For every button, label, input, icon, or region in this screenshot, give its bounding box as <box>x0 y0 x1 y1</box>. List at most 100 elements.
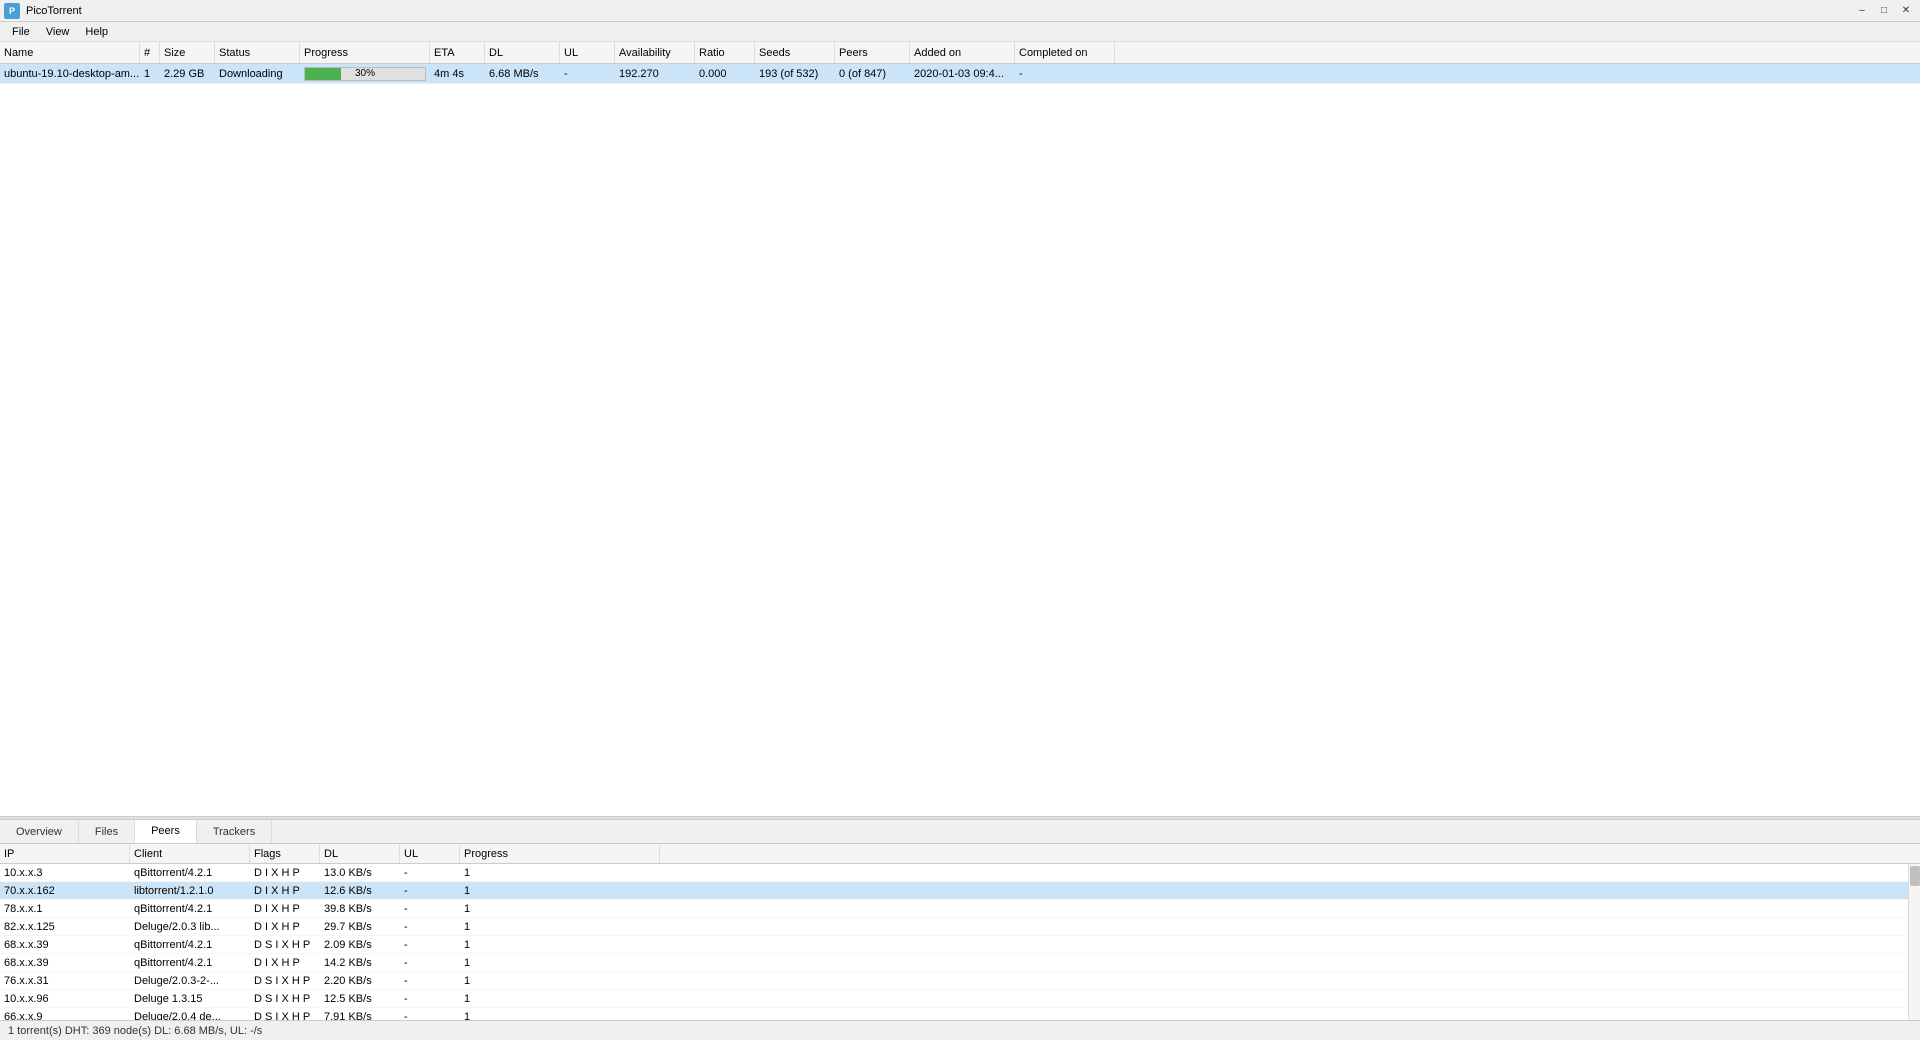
window-controls: – □ ✕ <box>1852 3 1916 19</box>
peers-cell: - <box>400 1008 460 1020</box>
col-header-size[interactable]: Size <box>160 42 215 63</box>
peers-list-item[interactable]: 68.x.x.39qBittorrent/4.2.1D S I X H P2.0… <box>0 936 1908 954</box>
peers-cell: 2.09 KB/s <box>320 936 400 953</box>
peers-list-item[interactable]: 10.x.x.96Deluge 1.3.15D S I X H P12.5 KB… <box>0 990 1908 1008</box>
peers-scrollbar[interactable] <box>1908 864 1920 1020</box>
peers-cell: 1 <box>460 864 660 881</box>
col-header-name[interactable]: Name <box>0 42 140 63</box>
app-icon: P <box>4 3 20 19</box>
peers-list-item[interactable]: 76.x.x.31Deluge/2.0.3-2-...D S I X H P2.… <box>0 972 1908 990</box>
torrent-seeds: 193 (of 532) <box>755 64 835 83</box>
peers-cell: 1 <box>460 972 660 989</box>
peers-cell: Deluge/2.0.3-2-... <box>130 972 250 989</box>
peers-cell: - <box>400 990 460 1007</box>
peers-cell: D S I X H P <box>250 990 320 1007</box>
peers-table-body: 10.x.x.3qBittorrent/4.2.1D I X H P13.0 K… <box>0 864 1908 1020</box>
peers-cell: - <box>400 882 460 899</box>
torrent-completed-on: - <box>1015 64 1115 83</box>
col-header-peers[interactable]: Peers <box>835 42 910 63</box>
col-header-seeds[interactable]: Seeds <box>755 42 835 63</box>
peers-cell: qBittorrent/4.2.1 <box>130 936 250 953</box>
peers-cell: - <box>400 918 460 935</box>
col-header-ratio[interactable]: Ratio <box>695 42 755 63</box>
peers-list-item[interactable]: 66.x.x.9Deluge/2.0.4 de...D S I X H P7.9… <box>0 1008 1908 1020</box>
tab-files[interactable]: Files <box>79 820 135 843</box>
peers-table-header: IP Client Flags DL UL Progress <box>0 844 1920 864</box>
tab-overview[interactable]: Overview <box>0 820 79 843</box>
col-header-hash[interactable]: # <box>140 42 160 63</box>
col-header-completed[interactable]: Completed on <box>1015 42 1115 63</box>
col-header-dl[interactable]: DL <box>485 42 560 63</box>
peers-list-item[interactable]: 10.x.x.3qBittorrent/4.2.1D I X H P13.0 K… <box>0 864 1908 882</box>
peers-list-item[interactable]: 82.x.x.125Deluge/2.0.3 lib...D I X H P29… <box>0 918 1908 936</box>
peers-cell: qBittorrent/4.2.1 <box>130 900 250 917</box>
torrent-added-on: 2020-01-03 09:4... <box>910 64 1015 83</box>
col-header-progress[interactable]: Progress <box>300 42 430 63</box>
torrent-table-body: ubuntu-19.10-desktop-am... 1 2.29 GB Dow… <box>0 64 1920 816</box>
detail-panel: Overview Files Peers Trackers IP Client … <box>0 820 1920 1020</box>
peers-cell: 10.x.x.3 <box>0 864 130 881</box>
maximize-button[interactable]: □ <box>1874 3 1894 19</box>
peers-cell: 13.0 KB/s <box>320 864 400 881</box>
peers-cell: 12.6 KB/s <box>320 882 400 899</box>
col-header-added[interactable]: Added on <box>910 42 1015 63</box>
menu-help[interactable]: Help <box>77 24 116 40</box>
peers-cell: 39.8 KB/s <box>320 900 400 917</box>
peers-col-ul[interactable]: UL <box>400 844 460 863</box>
title-bar-left: P PicoTorrent <box>4 3 82 19</box>
peers-cell: 14.2 KB/s <box>320 954 400 971</box>
tab-peers[interactable]: Peers <box>135 820 197 843</box>
peers-cell: 70.x.x.162 <box>0 882 130 899</box>
torrent-status: Downloading <box>215 64 300 83</box>
peers-cell: qBittorrent/4.2.1 <box>130 954 250 971</box>
scrollbar-thumb[interactable] <box>1910 866 1920 886</box>
menu-bar: File View Help <box>0 22 1920 42</box>
peers-cell: qBittorrent/4.2.1 <box>130 864 250 881</box>
peers-cell: D S I X H P <box>250 1008 320 1020</box>
title-bar: P PicoTorrent – □ ✕ <box>0 0 1920 22</box>
peers-list-item[interactable]: 68.x.x.39qBittorrent/4.2.1D I X H P14.2 … <box>0 954 1908 972</box>
peers-cell: D I X H P <box>250 954 320 971</box>
peers-table-container: IP Client Flags DL UL Progress 10.x.x.3q… <box>0 844 1920 1020</box>
peers-cell: 1 <box>460 918 660 935</box>
torrent-ul: - <box>560 64 615 83</box>
torrent-table-header: Name # Size Status Progress ETA DL UL Av… <box>0 42 1920 64</box>
peers-cell: D I X H P <box>250 864 320 881</box>
peers-col-ip[interactable]: IP <box>0 844 130 863</box>
peers-list-item[interactable]: 70.x.x.162libtorrent/1.2.1.0D I X H P12.… <box>0 882 1908 900</box>
table-row[interactable]: ubuntu-19.10-desktop-am... 1 2.29 GB Dow… <box>0 64 1920 84</box>
tab-trackers[interactable]: Trackers <box>197 820 272 843</box>
peers-col-client[interactable]: Client <box>130 844 250 863</box>
peers-cell: 2.20 KB/s <box>320 972 400 989</box>
col-header-eta[interactable]: ETA <box>430 42 485 63</box>
peers-cell: 1 <box>460 882 660 899</box>
menu-file[interactable]: File <box>4 24 38 40</box>
peers-cell: 10.x.x.96 <box>0 990 130 1007</box>
minimize-button[interactable]: – <box>1852 3 1872 19</box>
peers-list-item[interactable]: 78.x.x.1qBittorrent/4.2.1D I X H P39.8 K… <box>0 900 1908 918</box>
peers-cell: D I X H P <box>250 882 320 899</box>
peers-cell: 1 <box>460 936 660 953</box>
peers-cell: D S I X H P <box>250 936 320 953</box>
col-header-status[interactable]: Status <box>215 42 300 63</box>
close-button[interactable]: ✕ <box>1896 3 1916 19</box>
peers-cell: 68.x.x.39 <box>0 936 130 953</box>
peers-col-flags[interactable]: Flags <box>250 844 320 863</box>
col-header-ul[interactable]: UL <box>560 42 615 63</box>
torrent-availability: 192.270 <box>615 64 695 83</box>
peers-cell: libtorrent/1.2.1.0 <box>130 882 250 899</box>
peers-cell: 1 <box>460 1008 660 1020</box>
peers-cell: Deluge/2.0.3 lib... <box>130 918 250 935</box>
torrent-table-container: Name # Size Status Progress ETA DL UL Av… <box>0 42 1920 816</box>
peers-col-dl[interactable]: DL <box>320 844 400 863</box>
peers-cell: - <box>400 864 460 881</box>
detail-tab-bar: Overview Files Peers Trackers <box>0 820 1920 844</box>
peers-cell: 1 <box>460 990 660 1007</box>
menu-view[interactable]: View <box>38 24 78 40</box>
col-header-availability[interactable]: Availability <box>615 42 695 63</box>
peers-cell: 78.x.x.1 <box>0 900 130 917</box>
status-text: 1 torrent(s) DHT: 369 node(s) DL: 6.68 M… <box>8 1025 262 1037</box>
peers-cell: 12.5 KB/s <box>320 990 400 1007</box>
peers-col-progress[interactable]: Progress <box>460 844 660 863</box>
app-title: PicoTorrent <box>26 5 82 17</box>
